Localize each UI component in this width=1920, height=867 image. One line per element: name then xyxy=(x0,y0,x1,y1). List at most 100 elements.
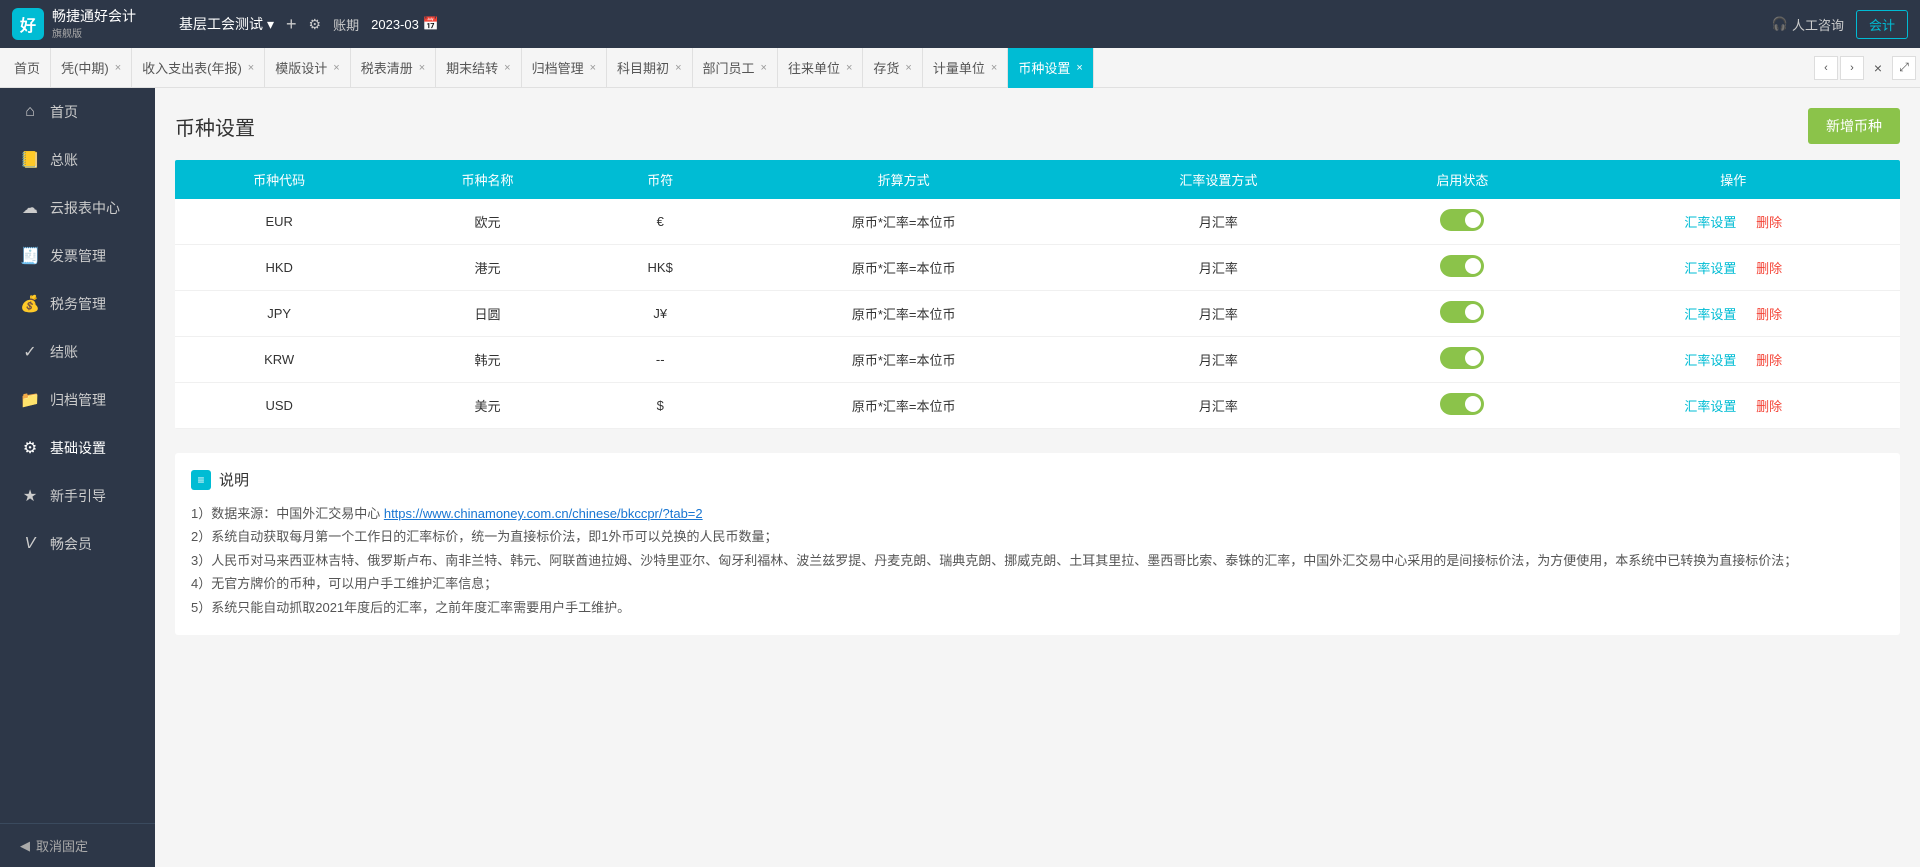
cell-calc: 原币*汇率=本位币 xyxy=(729,383,1079,429)
sidebar-item-label: 归档管理 xyxy=(50,390,106,410)
notice-link[interactable]: https://www.chinamoney.com.cn/chinese/bk… xyxy=(384,506,703,521)
col-header-calc: 折算方式 xyxy=(729,160,1079,199)
pin-label: 取消固定 xyxy=(36,836,88,855)
delete-link[interactable]: 删除 xyxy=(1756,307,1782,322)
tab-period-end[interactable]: 期末结转 × xyxy=(436,48,521,88)
tab-close-icon[interactable]: × xyxy=(419,62,425,74)
tab-close-icon[interactable]: × xyxy=(761,62,767,74)
sidebar-item-ledger[interactable]: 📒 总账 xyxy=(0,136,155,184)
enable-toggle[interactable] xyxy=(1440,393,1484,415)
rate-setting-link[interactable]: 汇率设置 xyxy=(1684,307,1736,322)
cell-calc: 原币*汇率=本位币 xyxy=(729,245,1079,291)
delete-link[interactable]: 删除 xyxy=(1756,261,1782,276)
gear-icon[interactable]: ⚙ xyxy=(309,16,322,33)
tab-close-icon[interactable]: × xyxy=(504,62,510,74)
sidebar-item-home[interactable]: ⌂ 首页 xyxy=(0,88,155,136)
cell-name: 欧元 xyxy=(383,199,591,245)
calendar-icon[interactable]: 📅 xyxy=(423,16,439,32)
tab-close-icon[interactable]: × xyxy=(675,62,681,74)
rate-setting-link[interactable]: 汇率设置 xyxy=(1684,399,1736,414)
new-currency-button[interactable]: 新增币种 xyxy=(1808,108,1900,144)
tab-close-icon[interactable]: × xyxy=(991,62,997,74)
settings-icon: ⚙ xyxy=(20,438,40,458)
tab-close-icon[interactable]: × xyxy=(248,62,254,74)
tab-partner[interactable]: 往来单位 × xyxy=(778,48,863,88)
tab-archive[interactable]: 归档管理 × xyxy=(522,48,607,88)
tab-template[interactable]: 模版设计 × xyxy=(265,48,350,88)
notice-item: 3）人民币对马来西亚林吉特、俄罗斯卢布、南非兰特、韩元、阿联酋迪拉姆、沙特里亚尔… xyxy=(191,549,1884,572)
tab-close-icon[interactable]: × xyxy=(590,62,596,74)
sidebar-item-invoice[interactable]: 🧾 发票管理 xyxy=(0,232,155,280)
cell-status xyxy=(1358,337,1566,383)
table-row: EUR 欧元 € 原币*汇率=本位币 月汇率 汇率设置 删除 xyxy=(175,199,1900,245)
notice-section: ≡ 说明 1）数据来源：中国外汇交易中心 https://www.chinamo… xyxy=(175,453,1900,635)
tab-currency[interactable]: 币种设置 × xyxy=(1008,48,1093,88)
sidebar-item-member[interactable]: V 畅会员 xyxy=(0,520,155,568)
account-button[interactable]: 会计 xyxy=(1856,10,1908,39)
sidebar: ⌂ 首页 📒 总账 ☁ 云报表中心 🧾 发票管理 💰 税务管理 ✓ 结账 📁 归… xyxy=(0,88,155,867)
tab-income[interactable]: 收入支出表(年报) × xyxy=(132,48,265,88)
tab-close-icon[interactable]: × xyxy=(1076,62,1082,74)
delete-link[interactable]: 删除 xyxy=(1756,353,1782,368)
tab-label: 期末结转 xyxy=(446,58,498,77)
tab-department[interactable]: 部门员工 × xyxy=(693,48,778,88)
delete-link[interactable]: 删除 xyxy=(1756,399,1782,414)
cell-calc: 原币*汇率=本位币 xyxy=(729,337,1079,383)
cell-name: 美元 xyxy=(383,383,591,429)
tab-tax[interactable]: 税表清册 × xyxy=(351,48,436,88)
sidebar-item-label: 发票管理 xyxy=(50,246,106,266)
enable-toggle[interactable] xyxy=(1440,347,1484,369)
add-project-icon[interactable]: + xyxy=(286,14,297,35)
tab-close-icon[interactable]: × xyxy=(846,62,852,74)
pin-button[interactable]: ◀ 取消固定 xyxy=(0,823,155,867)
sidebar-item-reports[interactable]: ☁ 云报表中心 xyxy=(0,184,155,232)
tab-subject[interactable]: 科目期初 × xyxy=(607,48,692,88)
cell-name: 日圆 xyxy=(383,291,591,337)
tab-close-icon[interactable]: × xyxy=(905,62,911,74)
invoice-icon: 🧾 xyxy=(20,246,40,266)
tab-next-button[interactable]: › xyxy=(1840,56,1864,80)
delete-link[interactable]: 删除 xyxy=(1756,215,1782,230)
rate-setting-link[interactable]: 汇率设置 xyxy=(1684,215,1736,230)
project-name[interactable]: 基层工会测试 ▾ xyxy=(179,14,274,34)
notice-icon: ≡ xyxy=(191,470,211,490)
pin-icon: ◀ xyxy=(20,838,30,854)
logo-text: 畅捷通好会计 xyxy=(52,8,136,25)
project-area: 基层工会测试 ▾ + ⚙ 账期 2023-03 📅 xyxy=(167,14,1772,35)
col-header-code: 币种代码 xyxy=(175,160,383,199)
cell-actions: 汇率设置 删除 xyxy=(1567,291,1900,337)
sidebar-item-tax[interactable]: 💰 税务管理 xyxy=(0,280,155,328)
tab-label: 首页 xyxy=(14,58,40,77)
tab-unit[interactable]: 计量单位 × xyxy=(923,48,1008,88)
sidebar-item-basic[interactable]: ⚙ 基础设置 xyxy=(0,424,155,472)
enable-toggle[interactable] xyxy=(1440,209,1484,231)
tab-close-icon[interactable]: × xyxy=(115,62,121,74)
tab-prev-button[interactable]: ‹ xyxy=(1814,56,1838,80)
headset-icon: 🎧 xyxy=(1772,16,1788,32)
tab-label: 存货 xyxy=(873,58,899,77)
tab-voucher[interactable]: 凭(中期) × xyxy=(51,48,132,88)
cell-actions: 汇率设置 删除 xyxy=(1567,199,1900,245)
tab-close-icon[interactable]: × xyxy=(333,62,339,74)
tab-label: 计量单位 xyxy=(933,58,985,77)
service-button[interactable]: 🎧 人工咨询 xyxy=(1772,15,1844,34)
cell-symbol: -- xyxy=(592,337,729,383)
tab-close-all-button[interactable]: × xyxy=(1866,56,1890,80)
enable-toggle[interactable] xyxy=(1440,255,1484,277)
tab-inventory[interactable]: 存货 × xyxy=(863,48,922,88)
sidebar-item-settle[interactable]: ✓ 结账 xyxy=(0,328,155,376)
rate-setting-link[interactable]: 汇率设置 xyxy=(1684,353,1736,368)
logo-sub: 旗舰版 xyxy=(52,25,136,40)
sidebar-item-archive[interactable]: 📁 归档管理 xyxy=(0,376,155,424)
tab-label: 往来单位 xyxy=(788,58,840,77)
rate-setting-link[interactable]: 汇率设置 xyxy=(1684,261,1736,276)
cell-code: EUR xyxy=(175,199,383,245)
notice-title: ≡ 说明 xyxy=(191,469,1884,490)
cell-rate-type: 月汇率 xyxy=(1079,291,1359,337)
sidebar-item-guide[interactable]: ★ 新手引导 xyxy=(0,472,155,520)
tab-home[interactable]: 首页 xyxy=(4,48,51,88)
tab-expand-button[interactable]: ⤢ xyxy=(1892,56,1916,80)
cell-name: 港元 xyxy=(383,245,591,291)
cell-symbol: J¥ xyxy=(592,291,729,337)
enable-toggle[interactable] xyxy=(1440,301,1484,323)
